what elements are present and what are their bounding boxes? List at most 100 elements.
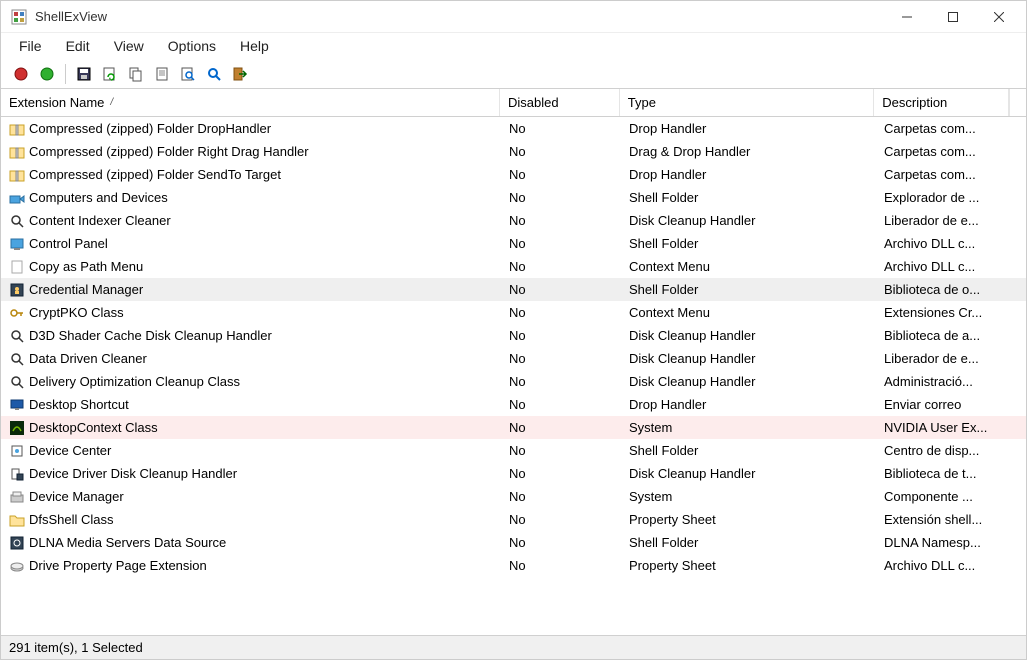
column-header[interactable]: Description <box>874 89 1009 116</box>
cell-description: Biblioteca de o... <box>876 280 1011 299</box>
table-row[interactable]: Data Driven Cleaner NoDisk Cleanup Handle… <box>1 347 1026 370</box>
menu-help[interactable]: Help <box>230 35 279 57</box>
menu-file[interactable]: File <box>9 35 52 57</box>
cell-disabled: No <box>501 257 621 276</box>
table-row[interactable]: Device CenterNoShell FolderCentro de dis… <box>1 439 1026 462</box>
cell-description: Carpetas com... <box>876 165 1011 184</box>
app-icon <box>11 9 27 25</box>
find-icon <box>206 66 222 82</box>
save-button[interactable] <box>72 62 96 86</box>
enable-button[interactable] <box>35 62 59 86</box>
cell-disabled: No <box>501 303 621 322</box>
cell-description: Centro de disp... <box>876 441 1011 460</box>
table-row[interactable]: Compressed (zipped) Folder SendTo Target… <box>1 163 1026 186</box>
column-header[interactable]: Type <box>620 89 875 116</box>
green-circle-icon <box>39 66 55 82</box>
device-icon <box>9 443 25 459</box>
cell-type: System <box>621 487 876 506</box>
extension-name: Compressed (zipped) Folder SendTo Target <box>29 167 281 182</box>
table-row[interactable]: Computers and DevicesNoShell FolderExplo… <box>1 186 1026 209</box>
cell-disabled: No <box>501 142 621 161</box>
properties-button[interactable] <box>176 62 200 86</box>
menu-edit[interactable]: Edit <box>56 35 100 57</box>
html-report-button[interactable] <box>150 62 174 86</box>
table-row[interactable] <box>1 623 1026 635</box>
table-row[interactable]: Control PanelNoShell FolderArchivo DLL c… <box>1 232 1026 255</box>
cell-type: Context Menu <box>621 257 876 276</box>
cell-description: Carpetas com... <box>876 119 1011 138</box>
cell-description: NVIDIA User Ex... <box>876 418 1011 437</box>
find-button[interactable] <box>202 62 226 86</box>
cell-type: Disk Cleanup Handler <box>621 349 876 368</box>
cleaner-icon <box>9 374 25 390</box>
table-row[interactable]: Compressed (zipped) Folder DropHandlerNo… <box>1 117 1026 140</box>
folder-icon <box>9 512 25 528</box>
cell-disabled: No <box>501 395 621 414</box>
table-row[interactable] <box>1 600 1026 623</box>
cell-description: Archivo DLL c... <box>876 556 1011 575</box>
cleaner-icon <box>9 328 25 344</box>
table-row[interactable]: Credential ManagerNoShell FolderBibliote… <box>1 278 1026 301</box>
zip-icon <box>9 144 25 160</box>
cell-description: Administració... <box>876 372 1011 391</box>
cell-description: Biblioteca de a... <box>876 326 1011 345</box>
extension-name: Data Driven Cleaner <box>29 351 147 366</box>
cell-description: Carpetas com... <box>876 142 1011 161</box>
floppy-icon <box>76 66 92 82</box>
close-button[interactable] <box>976 2 1022 32</box>
extension-name: CryptPKO Class <box>29 305 124 320</box>
cell-type: Disk Cleanup Handler <box>621 372 876 391</box>
menu-options[interactable]: Options <box>158 35 226 57</box>
cell-type: Context Menu <box>621 303 876 322</box>
cell-description: Extensiones Cr... <box>876 303 1011 322</box>
table-row[interactable]: Device Driver Disk Cleanup HandlerNoDisk… <box>1 462 1026 485</box>
table-row[interactable] <box>1 577 1026 600</box>
maximize-button[interactable] <box>930 2 976 32</box>
extension-name: D3D Shader Cache Disk Cleanup Handler <box>29 328 272 343</box>
page-icon <box>154 66 170 82</box>
drive-icon <box>9 558 25 574</box>
cell-type: Disk Cleanup Handler <box>621 211 876 230</box>
cell-type: Disk Cleanup Handler <box>621 464 876 483</box>
window-title: ShellExView <box>33 9 884 24</box>
table-row[interactable]: DLNA Media Servers Data SourceNoShell Fo… <box>1 531 1026 554</box>
titlebar[interactable]: ShellExView <box>1 1 1026 33</box>
table-row[interactable]: Delivery Optimization Cleanup ClassNoDis… <box>1 370 1026 393</box>
table-row[interactable]: Compressed (zipped) Folder Right Drag Ha… <box>1 140 1026 163</box>
table-row[interactable]: DesktopContext ClassNoSystemNVIDIA User … <box>1 416 1026 439</box>
table-row[interactable]: CryptPKO Class NoContext MenuExtensiones … <box>1 301 1026 324</box>
cell-disabled: No <box>501 119 621 138</box>
extension-name: Device Center <box>29 443 111 458</box>
cleaner-icon <box>9 351 25 367</box>
column-header[interactable]: Disabled <box>500 89 620 116</box>
driver-icon <box>9 466 25 482</box>
exit-button[interactable] <box>228 62 252 86</box>
cell-description: Explorador de ... <box>876 188 1011 207</box>
cell-type: Drop Handler <box>621 165 876 184</box>
table-row[interactable]: DfsShell ClassNoProperty SheetExtensión … <box>1 508 1026 531</box>
extension-name: Device Driver Disk Cleanup Handler <box>29 466 237 481</box>
cell-type: Drop Handler <box>621 119 876 138</box>
table-row[interactable]: D3D Shader Cache Disk Cleanup HandlerNoD… <box>1 324 1026 347</box>
column-header[interactable]: Extension Name/ <box>1 89 500 116</box>
extension-name: Content Indexer Cleaner <box>29 213 171 228</box>
cell-disabled: No <box>501 349 621 368</box>
table-row[interactable]: Device ManagerNoSystemComponente ... <box>1 485 1026 508</box>
listview: Extension Name/DisabledTypeDescription C… <box>1 89 1026 635</box>
cell-type: Shell Folder <box>621 188 876 207</box>
extension-name: Compressed (zipped) Folder Right Drag Ha… <box>29 144 309 159</box>
cell-type: Shell Folder <box>621 280 876 299</box>
copy-button[interactable] <box>124 62 148 86</box>
devmgr-icon <box>9 489 25 505</box>
refresh-button[interactable] <box>98 62 122 86</box>
cell-type: System <box>621 418 876 437</box>
table-row[interactable]: Desktop ShortcutNoDrop HandlerEnviar cor… <box>1 393 1026 416</box>
disable-button[interactable] <box>9 62 33 86</box>
menu-view[interactable]: View <box>104 35 154 57</box>
sort-indicator-icon: / <box>110 97 113 108</box>
table-row[interactable]: Content Indexer CleanerNoDisk Cleanup Ha… <box>1 209 1026 232</box>
table-row[interactable]: Drive Property Page ExtensionNoProperty … <box>1 554 1026 577</box>
table-row[interactable]: Copy as Path MenuNoContext MenuArchivo D… <box>1 255 1026 278</box>
listview-body[interactable]: Compressed (zipped) Folder DropHandlerNo… <box>1 117 1026 635</box>
minimize-button[interactable] <box>884 2 930 32</box>
